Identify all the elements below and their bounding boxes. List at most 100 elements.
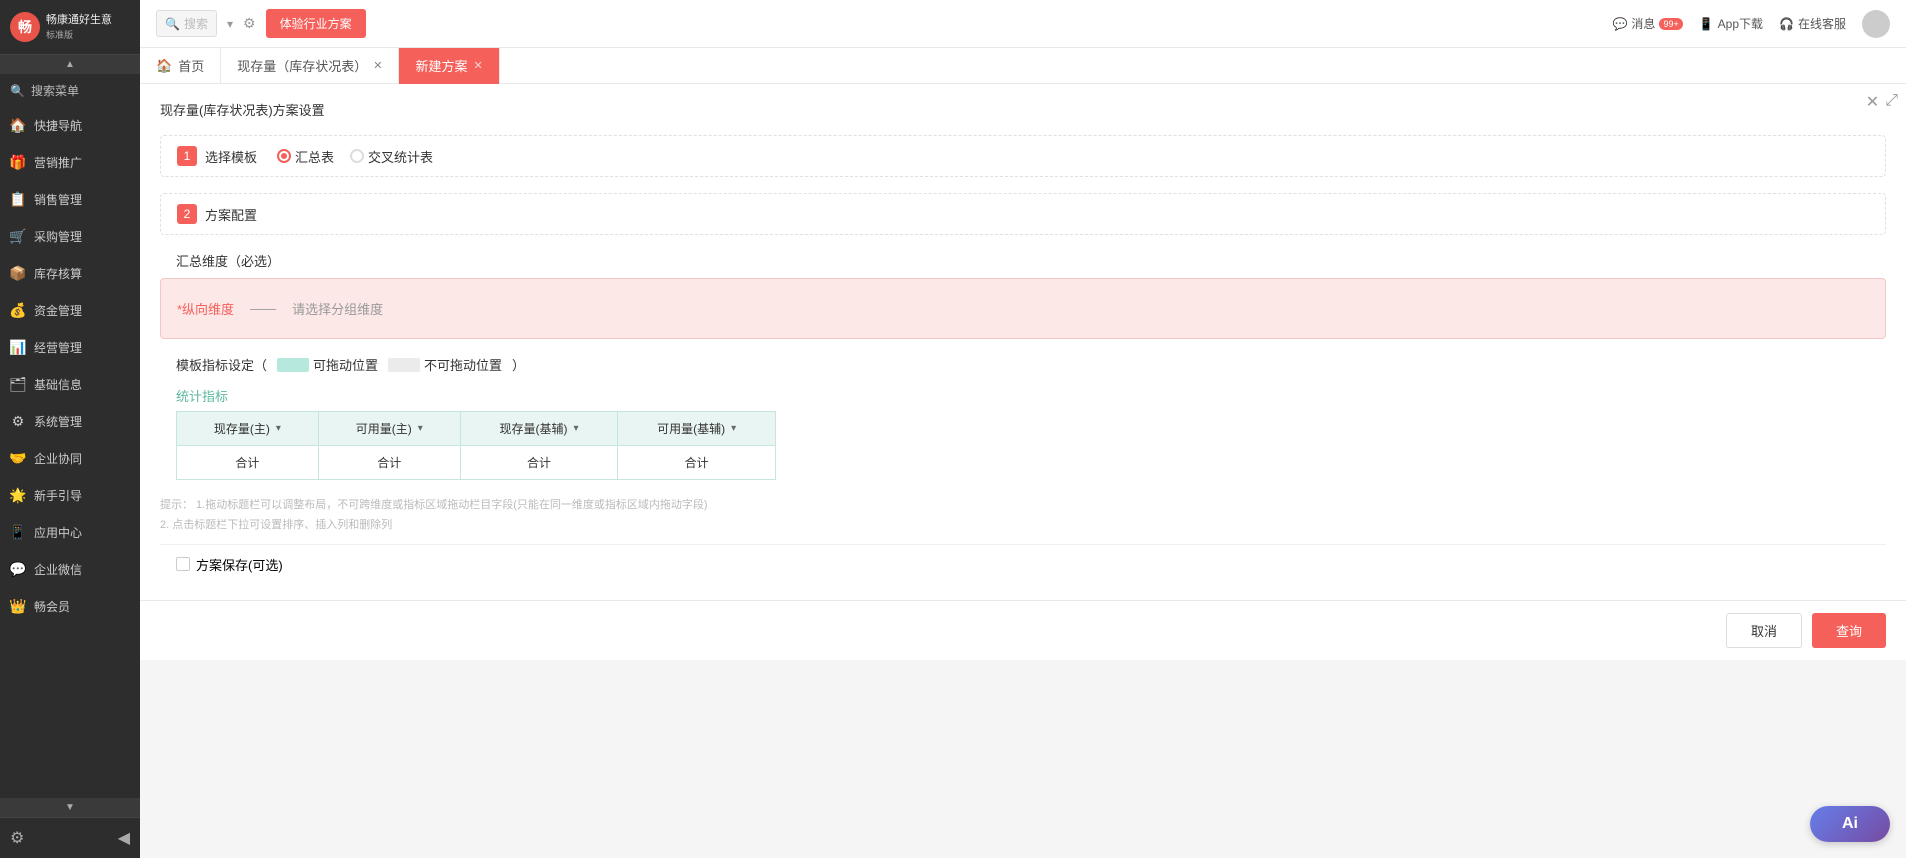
sidebar-item-purchase[interactable]: 🛒 采购管理 xyxy=(0,218,140,255)
radio-cross-dot xyxy=(350,149,364,163)
sidebar-item-basic-info[interactable]: 🗂 基础信息 xyxy=(0,366,140,403)
tab-inventory-close[interactable]: ✕ xyxy=(373,59,382,72)
col1-chevron[interactable]: ▾ xyxy=(276,423,281,434)
sidebar-search[interactable]: 🔍 搜索菜单 xyxy=(0,74,140,107)
tab-bar: 🏠 首页 现存量（库存状况表） ✕ 新建方案 ✕ xyxy=(140,48,1906,84)
step2-label: 方案配置 xyxy=(205,205,257,224)
sidebar-item-enterprise[interactable]: 🤝 企业协同 xyxy=(0,440,140,477)
tab-new-plan[interactable]: 新建方案 ✕ xyxy=(399,48,499,84)
step2-row: 2 方案配置 xyxy=(160,193,1886,235)
sidebar-item-app-center[interactable]: 📱 应用中心 xyxy=(0,514,140,551)
topbar-search-icon: 🔍 xyxy=(165,17,180,31)
movable-chip: 可拖动位置 xyxy=(277,355,378,374)
sidebar-item-label: 采购管理 xyxy=(34,228,82,245)
online-service-btn[interactable]: 🎧 在线客服 xyxy=(1779,15,1846,32)
newbie-icon: 🌟 xyxy=(10,488,26,504)
save-checkbox[interactable] xyxy=(176,557,190,571)
tab-inventory-status[interactable]: 现存量（库存状况表） ✕ xyxy=(221,48,399,84)
cancel-button[interactable]: 取消 xyxy=(1726,613,1802,648)
service-icon: 🎧 xyxy=(1779,17,1794,31)
sidebar-scroll-up[interactable]: ▲ xyxy=(0,55,140,74)
quick-nav-icon: 🏠 xyxy=(10,118,26,134)
sidebar-item-label: 企业协同 xyxy=(34,450,82,467)
tip-1: 提示： 1.拖动标题栏可以调整布局，不可跨维度或指标区域拖动栏目字段(只能在同一… xyxy=(160,496,1886,516)
sidebar-item-label: 基础信息 xyxy=(34,376,82,393)
panel-expand-btn[interactable]: ⤢ xyxy=(1885,92,1898,112)
topbar-dropdown-icon[interactable]: ▾ xyxy=(227,17,233,31)
tab-home[interactable]: 🏠 首页 xyxy=(140,48,221,84)
col4-chevron[interactable]: ▾ xyxy=(731,423,736,434)
ai-float-button[interactable]: Ai xyxy=(1810,806,1890,842)
industry-btn[interactable]: 体验行业方案 xyxy=(266,9,366,38)
sidebar-item-wechat[interactable]: 💬 企业微信 xyxy=(0,551,140,588)
panel-close-btn[interactable]: ✕ xyxy=(1866,92,1879,112)
col-header-3: 现存量(基辅) ▾ xyxy=(460,412,618,446)
template-radio-group: 汇总表 交叉统计表 xyxy=(277,147,433,166)
dimension-placeholder[interactable]: 请选择分组维度 xyxy=(292,299,383,318)
marketing-icon: 🎁 xyxy=(10,155,26,171)
inventory-icon: 📦 xyxy=(10,266,26,282)
content-area: ✕ ⤢ 现存量(库存状况表)方案设置 1 选择模板 汇总表 交叉统计表 xyxy=(140,84,1906,858)
step1-row: 1 选择模板 汇总表 交叉统计表 xyxy=(160,135,1886,177)
radio-summary[interactable]: 汇总表 xyxy=(277,147,334,166)
sidebar-item-label: 营销推广 xyxy=(34,154,82,171)
sidebar-logo: 畅 畅康通好生意 标准版 xyxy=(0,0,140,55)
basic-info-icon: 🗂 xyxy=(10,377,26,393)
col2-chevron[interactable]: ▾ xyxy=(418,423,423,434)
sidebar-scroll-down[interactable]: ▼ xyxy=(0,798,140,817)
app-download-label: App下载 xyxy=(1718,15,1763,32)
sidebar-item-operations[interactable]: 📊 经营管理 xyxy=(0,329,140,366)
sidebar: 畅 畅康通好生意 标准版 ▲ 🔍 搜索菜单 🏠 快捷导航 🎁 营销推广 📋 销售… xyxy=(0,0,140,858)
col2-label: 可用量(主) xyxy=(356,420,412,437)
sidebar-item-label: 企业微信 xyxy=(34,561,82,578)
topbar: 🔍 搜索 ▾ ⚙ 体验行业方案 💬 消息 99+ 📱 App下载 🎧 在线客服 xyxy=(140,0,1906,48)
main-area: 🔍 搜索 ▾ ⚙ 体验行业方案 💬 消息 99+ 📱 App下载 🎧 在线客服 xyxy=(140,0,1906,858)
movable-label: 可拖动位置 xyxy=(313,355,378,374)
bottom-bar: 取消 查询 xyxy=(140,600,1906,660)
user-avatar[interactable] xyxy=(1862,10,1890,38)
service-label: 在线客服 xyxy=(1798,15,1846,32)
message-label: 消息 xyxy=(1631,15,1655,32)
radio-cross[interactable]: 交叉统计表 xyxy=(350,147,433,166)
message-badge: 99+ xyxy=(1659,18,1682,30)
home-icon: 🏠 xyxy=(156,58,172,74)
sidebar-item-newbie[interactable]: 🌟 新手引导 xyxy=(0,477,140,514)
app-download-btn[interactable]: 📱 App下载 xyxy=(1699,15,1763,32)
cell-2: 合计 xyxy=(318,446,460,480)
cell-4: 合计 xyxy=(618,446,776,480)
topbar-search[interactable]: 🔍 搜索 xyxy=(156,10,217,37)
tab-new-plan-label: 新建方案 xyxy=(415,56,467,75)
message-btn[interactable]: 💬 消息 99+ xyxy=(1612,15,1682,32)
sidebar-item-system[interactable]: ⚙ 系统管理 xyxy=(0,403,140,440)
step2-section: 2 方案配置 汇总维度（必选） *纵向维度 —— 请选择分组维度 模板指标设定（… xyxy=(160,193,1886,536)
dimension-required: *纵向维度 xyxy=(177,299,234,318)
sidebar-item-label: 畅会员 xyxy=(34,598,70,615)
tab-home-label: 首页 xyxy=(178,56,204,75)
radio-summary-dot xyxy=(277,149,291,163)
sidebar-item-member[interactable]: 👑 畅会员 xyxy=(0,588,140,625)
col3-chevron[interactable]: ▾ xyxy=(574,423,579,434)
query-button[interactable]: 查询 xyxy=(1812,613,1886,648)
sidebar-item-quick-nav[interactable]: 🏠 快捷导航 xyxy=(0,107,140,144)
sidebar-footer: ⚙ ◀ xyxy=(0,817,140,858)
sidebar-item-inventory[interactable]: 📦 库存核算 xyxy=(0,255,140,292)
col-header-1: 现存量(主) ▾ xyxy=(177,412,319,446)
app-download-icon: 📱 xyxy=(1699,17,1714,31)
sidebar-item-sales[interactable]: 📋 销售管理 xyxy=(0,181,140,218)
save-label: 方案保存(可选) xyxy=(196,555,283,574)
tab-new-plan-close[interactable]: ✕ xyxy=(473,59,482,72)
sidebar-item-label: 应用中心 xyxy=(34,524,82,541)
topbar-gear-icon[interactable]: ⚙ xyxy=(243,15,256,32)
sidebar-item-finance[interactable]: 💰 资金管理 xyxy=(0,292,140,329)
stats-section: 统计指标 现存量(主) ▾ xyxy=(176,386,1886,480)
collapse-icon[interactable]: ◀ xyxy=(118,828,130,848)
save-row: 方案保存(可选) xyxy=(160,544,1886,584)
settings-icon[interactable]: ⚙ xyxy=(10,828,24,848)
movable-indicator xyxy=(277,358,309,372)
sidebar-nav: 🔍 搜索菜单 🏠 快捷导航 🎁 营销推广 📋 销售管理 🛒 采购管理 📦 库存核… xyxy=(0,74,140,798)
sidebar-item-marketing[interactable]: 🎁 营销推广 xyxy=(0,144,140,181)
member-icon: 👑 xyxy=(10,599,26,615)
topbar-right: 💬 消息 99+ 📱 App下载 🎧 在线客服 xyxy=(1612,10,1890,38)
logo-icon: 畅 xyxy=(10,12,40,42)
sidebar-search-label: 搜索菜单 xyxy=(31,82,79,99)
